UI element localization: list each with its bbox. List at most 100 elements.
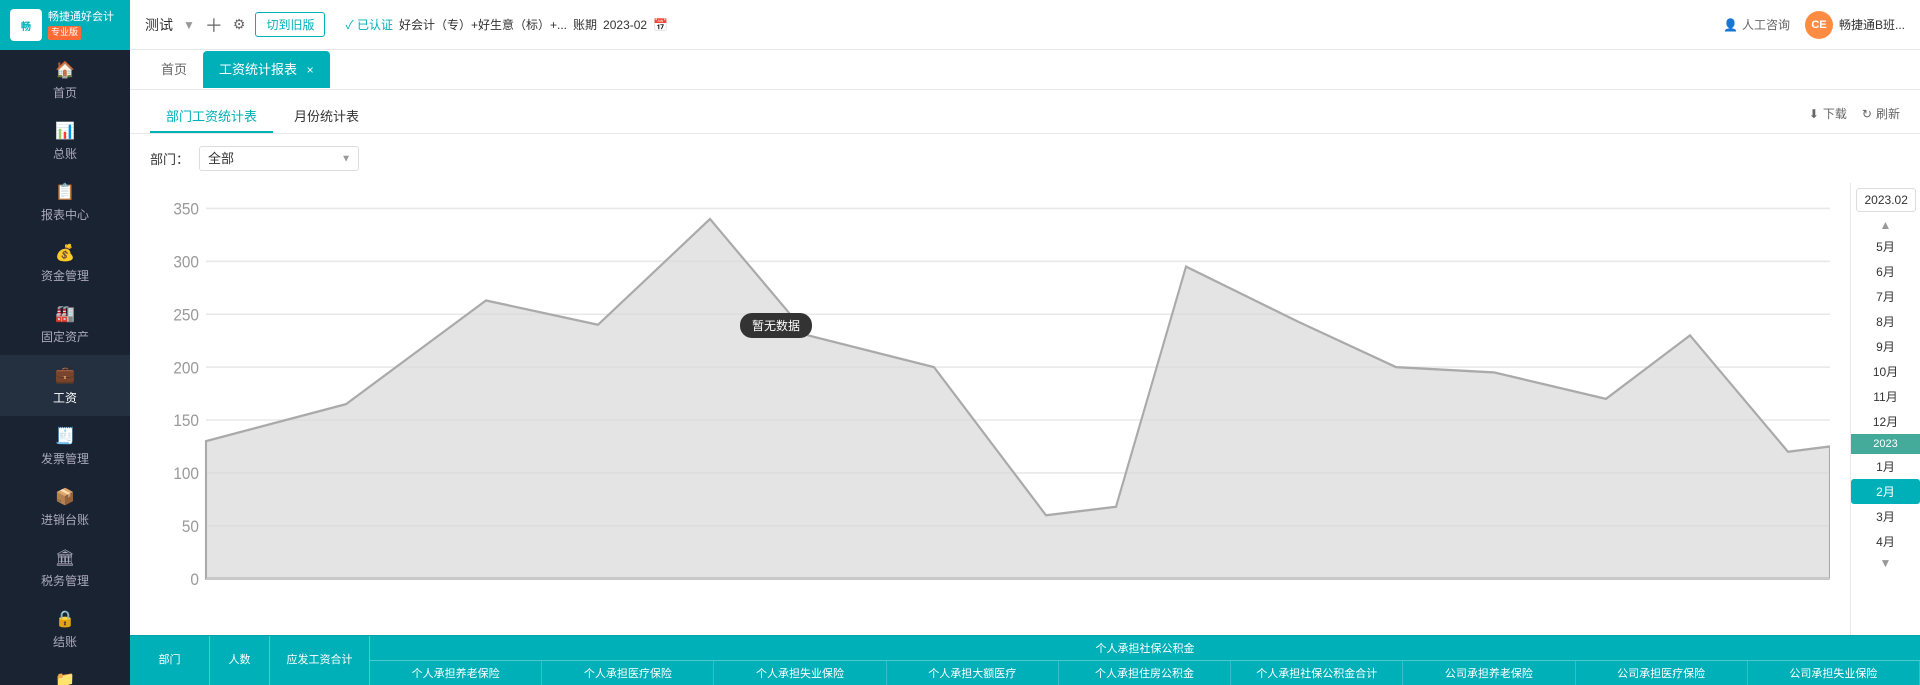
avatar: CE [1805, 11, 1833, 39]
sub-tab-actions: ⬇ 下载 ↻ 刷新 [1809, 105, 1900, 128]
year-display: 2023.02 [1856, 188, 1916, 212]
table-sub-col: 公司承担医疗保险 [1576, 661, 1748, 685]
table-header-col: 部门 [130, 636, 210, 685]
user-menu[interactable]: CE 畅捷通B班... [1805, 11, 1905, 39]
personal-group: 个人承担社保公积金个人承担养老保险个人承担医疗保险个人承担失业保险个人承担大额医… [370, 636, 1920, 685]
sidebar-item-发票管理[interactable]: 🧾 发票管理 [0, 416, 130, 477]
project-title: 测试 [145, 15, 173, 35]
table-sub-col: 公司承担失业保险 [1748, 661, 1920, 685]
month-item[interactable]: 9月 [1851, 334, 1920, 359]
sidebar-label: 发票管理 [41, 450, 89, 467]
sidebar-item-结账[interactable]: 🔒结账 [0, 599, 130, 660]
settings-icon[interactable]: ⚙ [233, 16, 246, 33]
help-button[interactable]: 👤 人工咨询 [1723, 16, 1790, 33]
personal-group-header: 个人承担社保公积金 [370, 636, 1920, 661]
topbar: 测试 ▼ ＋ ⚙ 切到旧版 ✓ 已认证 好会计（专）+好生意（标）+... 账期… [130, 0, 1920, 50]
filter-row: 部门： 全部财务部销售部技术部行政部 ▼ [130, 134, 1920, 183]
project-dropdown-icon[interactable]: ▼ [183, 18, 195, 32]
svg-text:300: 300 [173, 253, 199, 272]
sidebar-label: 固定资产 [41, 328, 89, 345]
calendar-icon[interactable]: 📅 [653, 18, 668, 32]
add-button[interactable]: ＋ [205, 12, 223, 38]
period-value: 2023-02 [603, 18, 647, 32]
sidebar-icon: 💼 [55, 365, 75, 385]
sidebar-label: 工资 [53, 389, 77, 406]
sidebar-icon: 📁 [55, 670, 75, 685]
month-item[interactable]: 3月 [1851, 504, 1920, 529]
sidebar-item-总账[interactable]: 📊 总账 [0, 111, 130, 172]
dept-select-wrapper: 全部财务部销售部技术部行政部 ▼ [199, 146, 359, 171]
sidebar: 畅 畅捷通好会计 专业版 🏠首页 📊 总账 📋报表中心💰资金管理🏭固定资产 💼 工资 🧾 发票… [0, 0, 130, 685]
tabs-row: 首页 工资统计报表 × [130, 50, 1920, 90]
nav-down-button[interactable]: ▼ [1878, 554, 1894, 572]
sidebar-label: 总账 [53, 145, 77, 162]
month-item[interactable]: 6月 [1851, 259, 1920, 284]
right-panel: 2023.02 ▲5月6月7月8月9月10月11月12月20231月2月3月4月▼ [1850, 183, 1920, 635]
sidebar-item-税务管理[interactable]: 🏛税务管理 [0, 538, 130, 599]
refresh-button[interactable]: ↻ 刷新 [1862, 105, 1900, 122]
svg-text:350: 350 [173, 200, 199, 219]
sidebar-label: 报表中心 [41, 206, 89, 223]
sidebar-item-工资[interactable]: 💼 工资 [0, 355, 130, 416]
month-item[interactable]: 2月 [1851, 479, 1920, 504]
status-bar: ✓ 已认证 好会计（专）+好生意（标）+... 账期 2023-02 📅 [345, 16, 668, 33]
month-item[interactable]: 11月 [1851, 384, 1920, 409]
chart-container: 050100150200250300350 暂无数据 [130, 183, 1850, 635]
sub-tab-dept[interactable]: 部门工资统计表 [150, 100, 273, 133]
logo-text: 畅捷通好会计 专业版 [48, 10, 114, 40]
table-sub-col: 公司承担养老保险 [1403, 661, 1575, 685]
tab-close-button[interactable]: × [307, 63, 314, 77]
svg-text:50: 50 [182, 517, 199, 536]
area-chart: 050100150200250300350 [150, 193, 1830, 625]
sidebar-nav: 🏠首页📊总账📋报表中心💰资金管理🏭固定资产💼工资🧾发票管理📦进销台账🏛税务管理🔒… [0, 50, 130, 685]
month-item[interactable]: 8月 [1851, 309, 1920, 334]
sidebar-label: 首页 [53, 84, 77, 101]
table-sub-col: 个人承担大额医疗 [887, 661, 1059, 685]
switch-old-version-button[interactable]: 切到旧版 [255, 12, 325, 37]
table-sub-col: 个人承担失业保险 [714, 661, 886, 685]
download-button[interactable]: ⬇ 下载 [1809, 105, 1847, 122]
sidebar-item-归档管理[interactable]: 📁归档管理 [0, 660, 130, 685]
help-icon: 👤 [1723, 18, 1738, 32]
username: 畅捷通B班... [1839, 16, 1905, 33]
sidebar-icon: 🔒 [55, 609, 75, 629]
personal-group-subs: 个人承担养老保险个人承担医疗保险个人承担失业保险个人承担大额医疗个人承担住房公积… [370, 661, 1920, 685]
sidebar-item-报表中心[interactable]: 📋报表中心 [0, 172, 130, 233]
month-item[interactable]: 4月 [1851, 529, 1920, 554]
tab-home[interactable]: 首页 [145, 51, 203, 88]
sidebar-item-固定资产[interactable]: 🏭固定资产 [0, 294, 130, 355]
sidebar-label: 资金管理 [41, 267, 89, 284]
month-item[interactable]: 5月 [1851, 234, 1920, 259]
chart-area-wrapper: 050100150200250300350 暂无数据 2023.02▲5月6月7… [130, 183, 1920, 635]
nav-up-button[interactable]: ▲ [1878, 216, 1894, 234]
month-item[interactable]: 12月 [1851, 409, 1920, 434]
tab-salary-report[interactable]: 工资统计报表 × [203, 51, 330, 88]
sidebar-icon: 🧾 [55, 426, 75, 446]
sidebar-item-进销台账[interactable]: 📦 进销台账 [0, 477, 130, 538]
sub-tab-monthly[interactable]: 月份统计表 [278, 100, 375, 133]
svg-text:200: 200 [173, 359, 199, 378]
period-label: 账期 [573, 16, 597, 33]
sidebar-icon: 🏛 [55, 548, 75, 568]
sidebar-logo: 畅 畅捷通好会计 专业版 [0, 0, 130, 50]
month-item[interactable]: 10月 [1851, 359, 1920, 384]
svg-text:250: 250 [173, 306, 199, 325]
sidebar-icon: 📦 [55, 487, 75, 507]
dept-select[interactable]: 全部财务部销售部技术部行政部 [199, 146, 359, 171]
table-sub-col: 个人承担社保公积金合计 [1231, 661, 1403, 685]
svg-text:150: 150 [173, 412, 199, 431]
sidebar-item-首页[interactable]: 🏠首页 [0, 50, 130, 111]
logo-icon: 畅 [10, 9, 42, 41]
content-area: 部门工资统计表 月份统计表 ⬇ 下载 ↻ 刷新 部门： 全部财务部销售部技术部行… [130, 90, 1920, 685]
table-header-col: 人数 [210, 636, 270, 685]
svg-text:100: 100 [173, 464, 199, 483]
table-sub-col: 个人承担医疗保险 [542, 661, 714, 685]
sidebar-icon: 📊 [55, 121, 75, 141]
plan-info: 好会计（专）+好生意（标）+... [399, 16, 567, 33]
main-area: 测试 ▼ ＋ ⚙ 切到旧版 ✓ 已认证 好会计（专）+好生意（标）+... 账期… [130, 0, 1920, 685]
year-label: 2023 [1851, 434, 1920, 454]
sidebar-label: 进销台账 [41, 511, 89, 528]
month-item[interactable]: 1月 [1851, 454, 1920, 479]
month-item[interactable]: 7月 [1851, 284, 1920, 309]
sidebar-item-资金管理[interactable]: 💰资金管理 [0, 233, 130, 294]
